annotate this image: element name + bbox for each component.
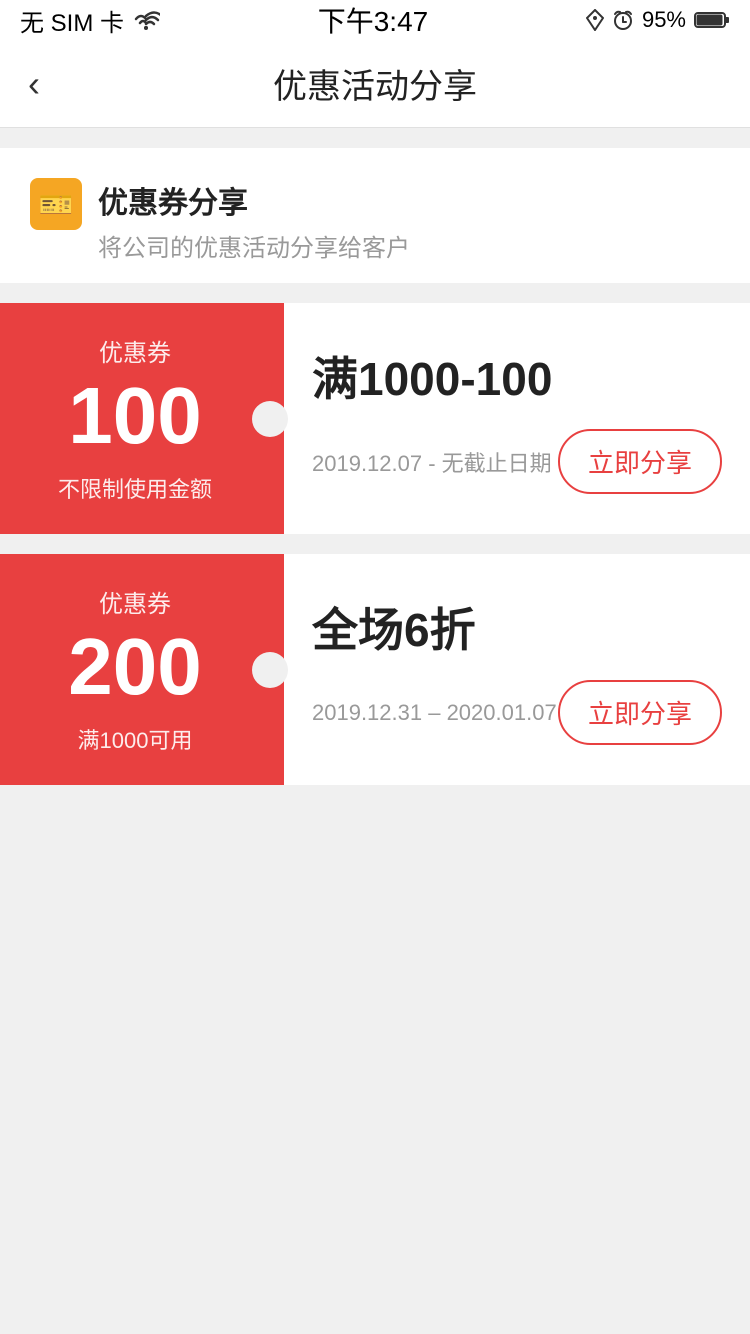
back-button[interactable]: ‹ bbox=[28, 63, 40, 105]
status-right: 95% bbox=[586, 7, 730, 33]
coupon-label: 优惠券 bbox=[99, 584, 171, 619]
coupon-amount: 200 bbox=[68, 627, 201, 707]
coupon-date: 2019.12.07 - 无截止日期 bbox=[312, 446, 552, 478]
section-header: 🎫 优惠券分享 将公司的优惠活动分享给客户 bbox=[0, 148, 750, 283]
status-left: 无 SIM 卡 bbox=[20, 3, 160, 38]
coupon-card: 优惠券 100 不限制使用金额 满1000-100 2019.12.07 - 无… bbox=[0, 303, 750, 534]
alarm-icon bbox=[612, 9, 634, 31]
coupon-stub: 优惠券 200 满1000可用 bbox=[0, 554, 270, 785]
coupon-title: 满1000-100 bbox=[312, 343, 722, 409]
share-button[interactable]: 立即分享 bbox=[558, 429, 722, 494]
share-button[interactable]: 立即分享 bbox=[558, 680, 722, 745]
no-sim-text: 无 SIM 卡 bbox=[20, 3, 124, 38]
status-bar: 无 SIM 卡 下午3:47 95% bbox=[0, 0, 750, 40]
coupon-footer: 2019.12.07 - 无截止日期 立即分享 bbox=[312, 429, 722, 494]
coupon-icon: 🎫 bbox=[39, 188, 74, 221]
coupon-detail: 满1000-100 2019.12.07 - 无截止日期 立即分享 bbox=[270, 303, 750, 534]
battery-icon bbox=[694, 11, 730, 29]
nav-bar: ‹ 优惠活动分享 bbox=[0, 40, 750, 128]
coupon-stub: 优惠券 100 不限制使用金额 bbox=[0, 303, 270, 534]
section-subtitle: 将公司的优惠活动分享给客户 bbox=[98, 228, 410, 263]
coupon-amount: 100 bbox=[68, 376, 201, 456]
coupon-condition: 满1000可用 bbox=[78, 723, 193, 755]
section-text: 优惠券分享 将公司的优惠活动分享给客户 bbox=[98, 178, 410, 263]
coupon-date: 2019.12.31 – 2020.01.07 bbox=[312, 700, 557, 726]
section-title: 优惠券分享 bbox=[98, 178, 410, 222]
status-time: 下午3:47 bbox=[318, 0, 429, 40]
coupon-condition: 不限制使用金额 bbox=[58, 472, 212, 504]
location-icon bbox=[586, 9, 604, 31]
coupon-card: 优惠券 200 满1000可用 全场6折 2019.12.31 – 2020.0… bbox=[0, 554, 750, 785]
coupon-detail: 全场6折 2019.12.31 – 2020.01.07 立即分享 bbox=[270, 554, 750, 785]
coupon-title: 全场6折 bbox=[312, 594, 722, 660]
coupon-label: 优惠券 bbox=[99, 333, 171, 368]
coupon-list: 优惠券 100 不限制使用金额 满1000-100 2019.12.07 - 无… bbox=[0, 283, 750, 785]
battery-percent: 95% bbox=[642, 7, 686, 33]
wifi-icon bbox=[132, 10, 160, 30]
page-title: 优惠活动分享 bbox=[273, 59, 477, 108]
coupon-footer: 2019.12.31 – 2020.01.07 立即分享 bbox=[312, 680, 722, 745]
section-icon: 🎫 bbox=[30, 178, 82, 230]
background-filler bbox=[0, 805, 750, 1205]
notch-left bbox=[252, 652, 288, 688]
notch-left bbox=[252, 401, 288, 437]
